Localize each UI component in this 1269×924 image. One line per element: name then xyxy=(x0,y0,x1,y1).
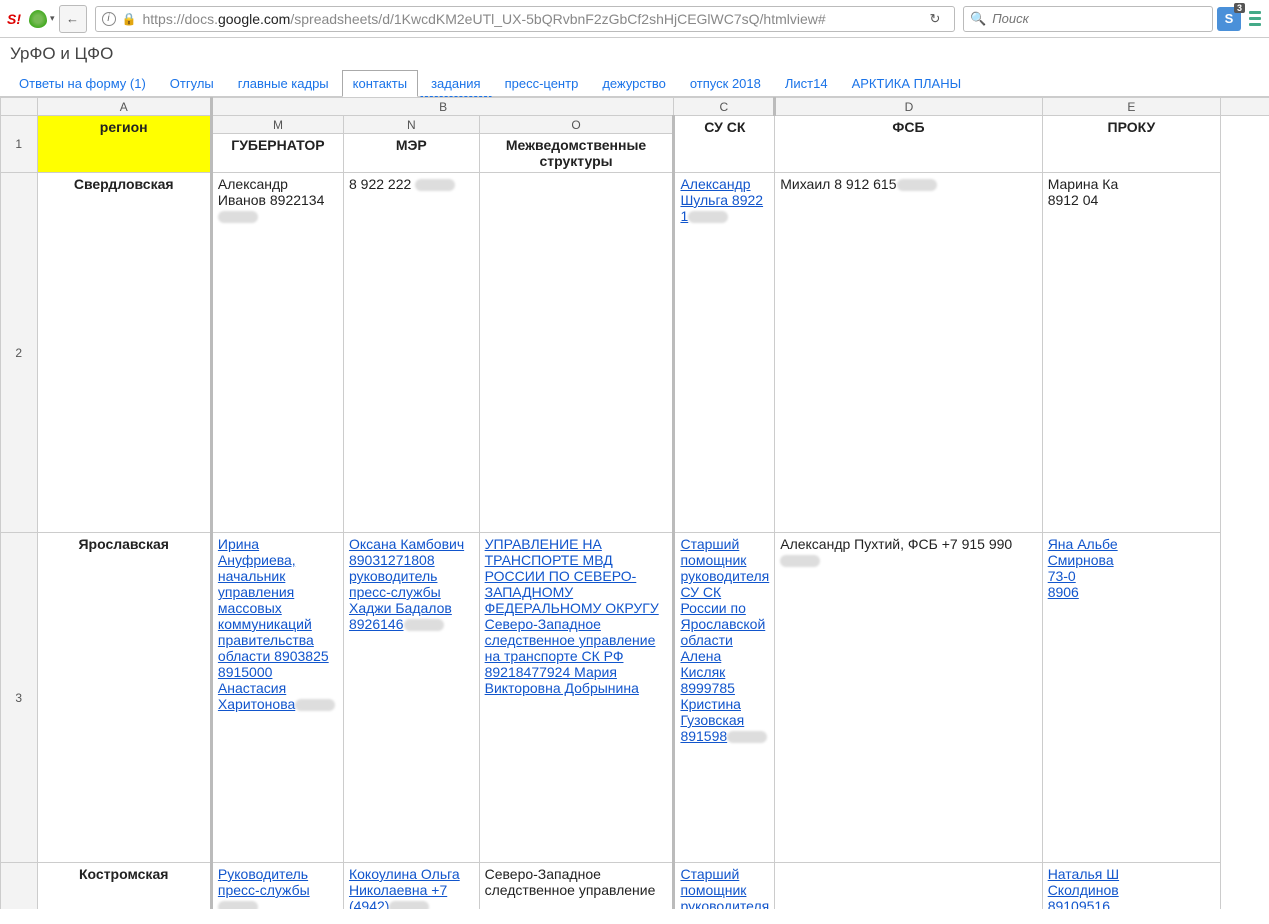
inner-column-header-row: 1 регион M N O СУ СК ФСБ ПРОКУ xyxy=(1,116,1269,134)
url-text: https://docs.google.com/spreadsheets/d/1… xyxy=(142,11,916,27)
header-cell-mezh[interactable]: Межведомственные структуры xyxy=(479,134,674,173)
cell-region[interactable]: Ярославская xyxy=(37,533,211,863)
col-header[interactable]: N xyxy=(343,116,479,134)
search-bar[interactable]: 🔍 xyxy=(963,6,1213,32)
extension-badge[interactable]: S 3 xyxy=(1217,7,1241,31)
cell[interactable] xyxy=(775,863,1042,910)
cell-region[interactable]: Костромская xyxy=(37,863,211,910)
col-header[interactable]: B xyxy=(211,98,674,116)
col-header[interactable]: O xyxy=(479,116,674,134)
row-header[interactable]: 2 xyxy=(1,173,38,533)
sheet-tab[interactable]: отпуск 2018 xyxy=(679,70,772,96)
table-row: 2СвердловскаяАлександр Иванов 89221348 9… xyxy=(1,173,1269,533)
sheet-tab[interactable]: Ответы на форму (1) xyxy=(8,70,157,96)
lock-icon: 🔒 xyxy=(122,12,137,26)
cell[interactable]: Старший помощник руководителя СУ СК Росс… xyxy=(674,863,775,910)
sheet-tab[interactable]: дежурство xyxy=(591,70,677,96)
browser-toolbar: S! ▾ ← i 🔒 https://docs.google.com/sprea… xyxy=(0,0,1269,38)
row-header[interactable]: 3 xyxy=(1,533,38,863)
reload-button[interactable]: ↻ xyxy=(922,7,948,31)
cell[interactable]: Марина Ка 8912 04 xyxy=(1042,173,1220,533)
header-cell-gub[interactable]: ГУБЕРНАТОР xyxy=(211,134,343,173)
cell[interactable]: Северо-Западное следственное управление xyxy=(479,863,674,910)
cell[interactable]: 8 922 222 xyxy=(343,173,479,533)
row-header[interactable]: 4 xyxy=(1,863,38,910)
col-header[interactable]: I xyxy=(1221,98,1269,116)
sheet-tabs: Ответы на форму (1)Отгулыглавные кадрыко… xyxy=(0,70,1269,97)
header-cell-susk[interactable]: СУ СК xyxy=(674,116,775,173)
extension-count: 3 xyxy=(1234,3,1245,13)
history-dropdown-icon[interactable]: ▾ xyxy=(50,13,55,24)
spreadsheet-grid[interactable]: A B C D E I 1 регион M N O СУ СК ФСБ ПРО… xyxy=(0,97,1269,909)
site-favicon-2 xyxy=(28,9,48,29)
search-input[interactable] xyxy=(992,11,1206,26)
cell[interactable]: Старший помощник руководителя СУ СК Росс… xyxy=(674,533,775,863)
sheet-tab[interactable]: АРКТИКА ПЛАНЫ xyxy=(841,70,973,96)
info-icon[interactable]: i xyxy=(102,12,116,26)
site-favicon-1: S! xyxy=(4,9,24,29)
header-cell-mer[interactable]: МЭР xyxy=(343,134,479,173)
col-header[interactable]: A xyxy=(37,98,211,116)
table-row: 3ЯрославскаяИрина Ануфриева, начальник у… xyxy=(1,533,1269,863)
cell[interactable] xyxy=(479,173,674,533)
corner-cell xyxy=(1,98,38,116)
sheet-tab[interactable]: пресс-центр xyxy=(494,70,590,96)
menu-icon[interactable] xyxy=(1245,11,1265,26)
cell[interactable]: Наталья Ш Сколдинов 89109516 xyxy=(1042,863,1220,910)
sheet-tab[interactable]: Отгулы xyxy=(159,70,225,96)
search-icon: 🔍 xyxy=(970,11,986,27)
col-header[interactable]: C xyxy=(674,98,775,116)
cell[interactable]: Ирина Ануфриева, начальник управления ма… xyxy=(211,533,343,863)
header-cell-fsb[interactable]: ФСБ xyxy=(775,116,1042,173)
col-header[interactable]: E xyxy=(1042,98,1220,116)
sheet-tab[interactable]: контакты xyxy=(342,70,418,97)
column-header-row: A B C D E I xyxy=(1,98,1269,116)
sheet-tab[interactable]: Лист14 xyxy=(774,70,839,96)
table-row: 4КостромскаяРуководитель пресс-службыКок… xyxy=(1,863,1269,910)
col-header[interactable]: D xyxy=(775,98,1042,116)
document-title: УрФО и ЦФО xyxy=(0,38,1269,70)
header-cell-region[interactable]: регион xyxy=(37,116,211,173)
row-header[interactable]: 1 xyxy=(1,116,38,173)
sheet-tab[interactable]: главные кадры xyxy=(227,70,340,96)
header-cell-prok[interactable]: ПРОКУ xyxy=(1042,116,1220,173)
cell[interactable]: Михаил 8 912 615 xyxy=(775,173,1042,533)
cell[interactable]: Александр Пухтий, ФСБ +7 915 990 xyxy=(775,533,1042,863)
cell[interactable]: Александр Иванов 8922134 xyxy=(211,173,343,533)
cell-region[interactable]: Свердловская xyxy=(37,173,211,533)
cell[interactable]: Яна Альбе Смирнова 73-0 8906 xyxy=(1042,533,1220,863)
cell[interactable]: УПРАВЛЕНИЕ НА ТРАНСПОРТЕ МВД РОССИИ ПО С… xyxy=(479,533,674,863)
url-bar[interactable]: i 🔒 https://docs.google.com/spreadsheets… xyxy=(95,6,955,32)
cell[interactable]: Кокоулина Ольга Николаевна +7 (4942) xyxy=(343,863,479,910)
sheet-tab[interactable]: задания xyxy=(420,70,492,97)
cell[interactable]: Руководитель пресс-службы xyxy=(211,863,343,910)
back-button[interactable]: ← xyxy=(59,5,87,33)
cell[interactable]: Оксана Камбович 89031271808 руководитель… xyxy=(343,533,479,863)
col-header[interactable]: M xyxy=(211,116,343,134)
cell[interactable]: Александр Шульга 8922 1 xyxy=(674,173,775,533)
